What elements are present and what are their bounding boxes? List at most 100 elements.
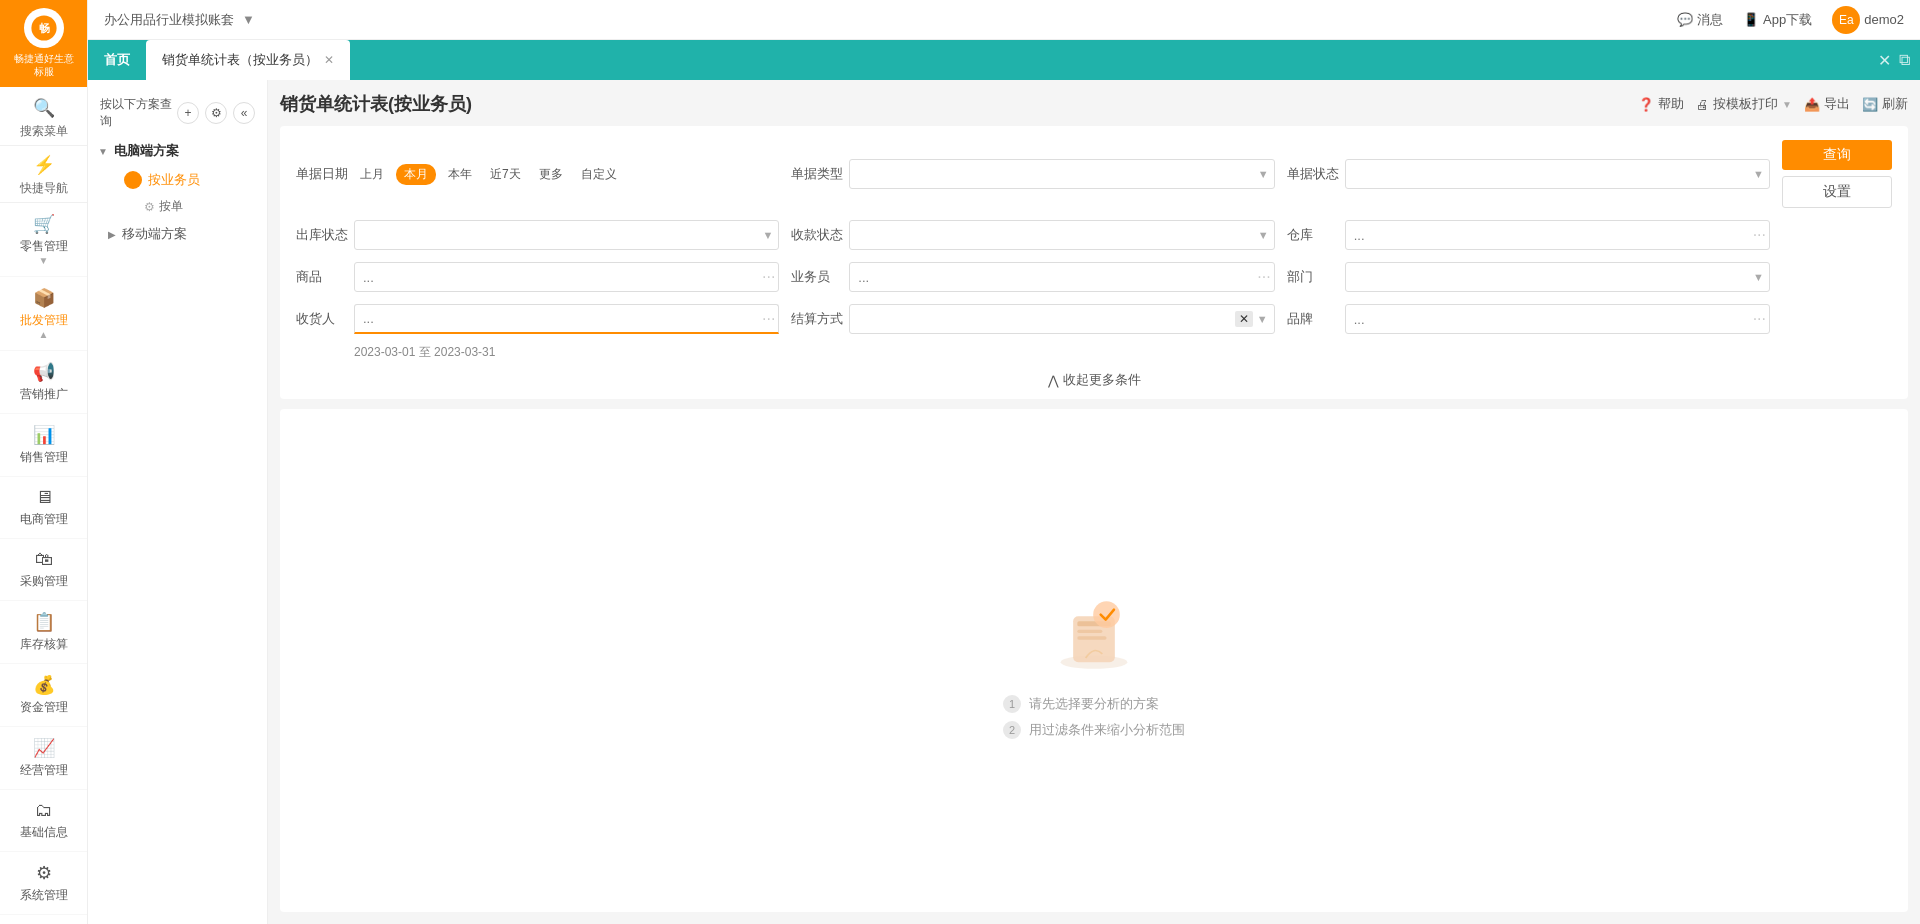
sidebar-item-ecommerce[interactable]: 🖥 电商管理 <box>0 477 87 539</box>
sidebar-item-finance[interactable]: 💰 资金管理 <box>0 664 87 727</box>
add-scheme-btn[interactable]: + <box>177 102 199 124</box>
doc-status-label: 单据状态 <box>1287 165 1339 183</box>
settlement-chevron-icon: ▼ <box>1257 313 1268 325</box>
export-btn[interactable]: 📤 导出 <box>1804 95 1850 113</box>
collapse-arrow-icon: ⋀ <box>1048 373 1059 388</box>
tab-bar-end: ✕ ⧉ <box>1868 51 1920 70</box>
tree-sub-item[interactable]: ⚙ 按单 <box>88 194 267 219</box>
query-button[interactable]: 查询 <box>1782 140 1892 170</box>
step-2-text: 用过滤条件来缩小分析范围 <box>1029 721 1185 739</box>
tab-close-icon[interactable]: ✕ <box>324 53 334 67</box>
sidebar-item-retail[interactable]: 🛒 零售管理 ▼ <box>0 203 87 277</box>
quick-nav-item[interactable]: ⚡ 快捷导航 <box>0 146 87 203</box>
retail-arrow: ▼ <box>39 255 49 266</box>
collapse-more-btn[interactable]: ⋀ 收起更多条件 <box>1048 371 1141 389</box>
settings-button[interactable]: 设置 <box>1782 176 1892 208</box>
search-menu-item[interactable]: 🔍 搜索菜单 <box>0 87 87 146</box>
date-tab-7days[interactable]: 近7天 <box>484 164 527 185</box>
sidebar-item-wholesale[interactable]: 📦 批发管理 ▲ <box>0 277 87 351</box>
doc-type-select[interactable] <box>849 159 1274 189</box>
page-title: 销货单统计表(按业务员) <box>280 92 472 116</box>
goods-input[interactable] <box>354 262 779 292</box>
svg-point-7 <box>1093 601 1120 628</box>
brand-input[interactable] <box>1345 304 1770 334</box>
doc-status-select[interactable] <box>1345 159 1770 189</box>
tab-restore-icon[interactable]: ⧉ <box>1899 51 1910 69</box>
quick-nav-label: 快捷导航 <box>20 180 68 197</box>
salesperson-dots-icon[interactable]: ··· <box>1257 268 1270 286</box>
wholesale-icon: 📦 <box>33 287 55 309</box>
header-right-actions: 💬 消息 📱 App下载 Ea demo2 <box>1677 6 1904 34</box>
tree-mobile-section[interactable]: ▶ 移动端方案 <box>88 219 267 249</box>
department-wrap: ▼ <box>1345 262 1770 292</box>
basic-label: 基础信息 <box>20 824 68 841</box>
stock-status-label: 出库状态 <box>296 226 348 244</box>
sidebar-item-sales[interactable]: 📊 销售管理 <box>0 414 87 477</box>
step-2-num: 2 <box>1003 721 1021 739</box>
tree-salesperson-item[interactable]: 按业务员 <box>88 166 267 194</box>
sidebar-item-purchase[interactable]: 🛍 采购管理 <box>0 539 87 601</box>
sidebar: 畅 畅捷通好生意 标服 🔍 搜索菜单 ⚡ 快捷导航 🛒 零售管理 ▼ 📦 批发管… <box>0 0 88 924</box>
payment-status-select[interactable] <box>849 220 1274 250</box>
step-1-num: 1 <box>1003 695 1021 713</box>
payment-status-label: 收款状态 <box>791 226 843 244</box>
goods-dots-icon[interactable]: ··· <box>762 268 775 286</box>
refresh-icon: 🔄 <box>1862 97 1878 112</box>
template-print-btn[interactable]: 🖨 按模板打印 ▼ <box>1696 95 1792 113</box>
doc-status-filter-item: 单据状态 ▼ <box>1287 159 1770 189</box>
purchase-icon: 🛍 <box>35 549 53 570</box>
content-area: 按以下方案查询 + ⚙ « ▼ 电脑端方案 按业务员 ⚙ 按单 ▶ <box>88 80 1920 924</box>
breadcrumb-arrow-icon[interactable]: ▼ <box>242 12 255 27</box>
consignee-wrap: ··· <box>354 304 779 334</box>
search-icon: 🔍 <box>33 97 55 119</box>
salesperson-input[interactable] <box>849 262 1274 292</box>
brand-item: 品牌 ··· <box>1287 304 1770 334</box>
sales-label: 销售管理 <box>20 449 68 466</box>
warehouse-dots-icon[interactable]: ··· <box>1753 226 1766 244</box>
app-download-btn[interactable]: 📱 App下载 <box>1743 11 1812 29</box>
payment-status-item: 收款状态 ▼ <box>791 220 1274 250</box>
doc-type-label: 单据类型 <box>791 165 843 183</box>
settings-scheme-btn[interactable]: ⚙ <box>205 102 227 124</box>
export-label: 导出 <box>1824 95 1850 113</box>
refresh-btn[interactable]: 🔄 刷新 <box>1862 95 1908 113</box>
empty-illustration <box>1044 583 1144 683</box>
message-btn[interactable]: 💬 消息 <box>1677 11 1723 29</box>
sidebar-item-marketing[interactable]: 📢 营销推广 <box>0 351 87 414</box>
warehouse-input[interactable] <box>1345 220 1770 250</box>
tab-home[interactable]: 首页 <box>88 40 146 80</box>
date-tab-more[interactable]: 更多 <box>533 164 569 185</box>
sidebar-item-basic[interactable]: 🗂 基础信息 <box>0 790 87 852</box>
settlement-select-wrap[interactable]: ✕ ▼ <box>849 304 1274 334</box>
brand-dots-icon[interactable]: ··· <box>1753 310 1766 328</box>
help-btn[interactable]: ❓ 帮助 <box>1638 95 1684 113</box>
stock-status-select[interactable] <box>354 220 779 250</box>
date-tab-last-month[interactable]: 上月 <box>354 164 390 185</box>
settlement-clear-btn[interactable]: ✕ <box>1235 311 1253 327</box>
department-select[interactable] <box>1345 262 1770 292</box>
date-tab-custom[interactable]: 自定义 <box>575 164 623 185</box>
sidebar-item-cooperation[interactable]: 🤝 企业协同 <box>0 915 87 924</box>
stock-status-item: 出库状态 ▼ <box>296 220 779 250</box>
consignee-input[interactable] <box>354 304 779 334</box>
user-profile[interactable]: Ea demo2 <box>1832 6 1904 34</box>
tab-close-all-icon[interactable]: ✕ <box>1878 51 1891 70</box>
left-panel-actions: + ⚙ « <box>177 102 255 124</box>
right-panel: 销货单统计表(按业务员) ❓ 帮助 🖨 按模板打印 ▼ 📤 导出 <box>268 80 1920 924</box>
main-container: 办公用品行业模拟账套 ▼ 💬 消息 📱 App下载 Ea demo2 首页 销货… <box>88 0 1920 924</box>
sidebar-item-inventory[interactable]: 📋 库存核算 <box>0 601 87 664</box>
step-1-text: 请先选择要分析的方案 <box>1029 695 1159 713</box>
finance-icon: 💰 <box>33 674 55 696</box>
date-filter-item: 单据日期 上月 本月 本年 近7天 更多 自定义 <box>296 164 779 185</box>
user-name: demo2 <box>1864 12 1904 27</box>
order-label: 按单 <box>159 198 183 215</box>
tab-report[interactable]: 销货单统计表（按业务员） ✕ <box>146 40 350 80</box>
date-tab-this-year[interactable]: 本年 <box>442 164 478 185</box>
collapse-panel-btn[interactable]: « <box>233 102 255 124</box>
marketing-icon: 📢 <box>33 361 55 383</box>
date-tab-this-month[interactable]: 本月 <box>396 164 436 185</box>
tree-pc-label: 电脑端方案 <box>114 142 179 160</box>
consignee-dots-icon[interactable]: ··· <box>762 310 775 328</box>
sidebar-item-operation[interactable]: 📈 经营管理 <box>0 727 87 790</box>
sidebar-item-system[interactable]: ⚙ 系统管理 <box>0 852 87 915</box>
